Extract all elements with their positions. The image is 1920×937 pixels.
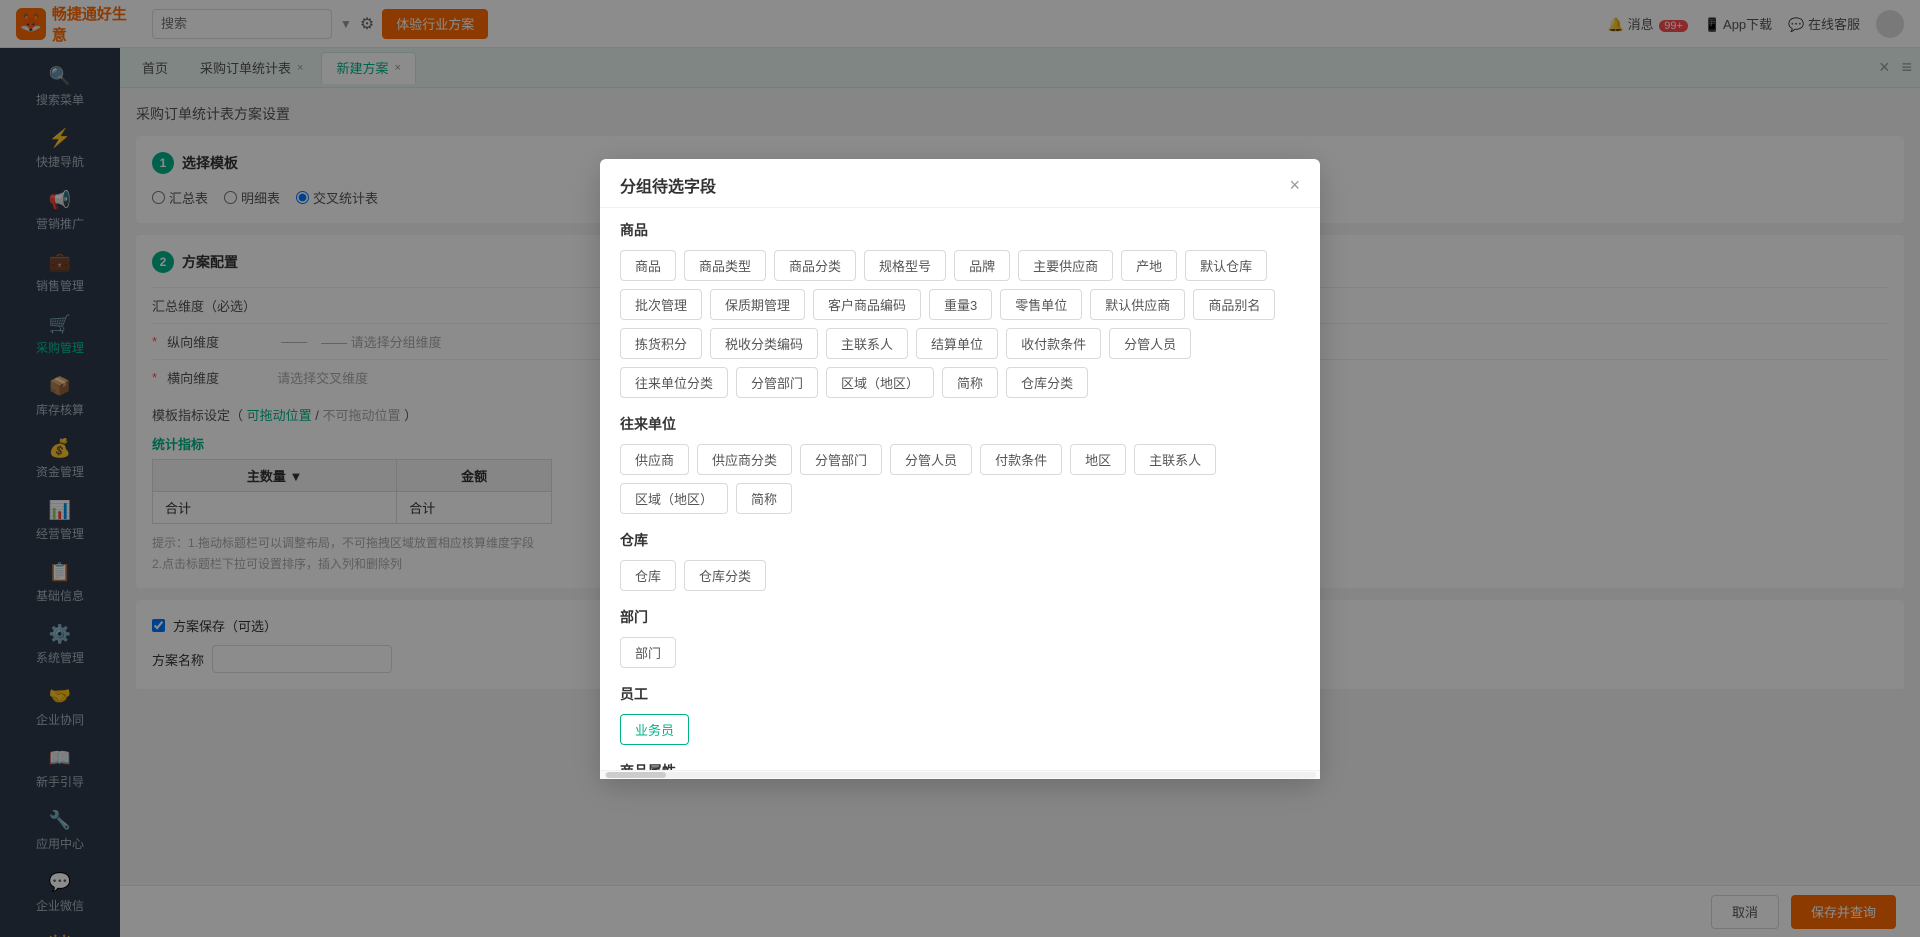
chip-goods-24[interactable]: 简称 — [942, 367, 998, 398]
modal-title: 分组待选字段 — [620, 173, 716, 197]
chip-goods-8[interactable]: 批次管理 — [620, 289, 702, 320]
chip-partner-2[interactable]: 分管部门 — [800, 444, 882, 475]
modal-header: 分组待选字段 × — [600, 159, 1320, 208]
chip-goods-10[interactable]: 客户商品编码 — [813, 289, 921, 320]
section-warehouse-title: 仓库 — [620, 530, 1300, 550]
chip-warehouse-1[interactable]: 仓库分类 — [684, 560, 766, 591]
chip-goods-22[interactable]: 分管部门 — [736, 367, 818, 398]
section-department-chips: 部门 — [620, 637, 1300, 668]
section-partner-chips: 供应商 供应商分类 分管部门 分管人员 付款条件 地区 主联系人 区域（地区） … — [620, 444, 1300, 514]
section-product-attr: 商品属性 属性 颜色 多规格 尺码 鞋码 1 — [620, 761, 1300, 771]
chip-goods-12[interactable]: 零售单位 — [1000, 289, 1082, 320]
section-warehouse: 仓库 仓库 仓库分类 — [620, 530, 1300, 591]
modal-body: 商品 商品 商品类型 商品分类 规格型号 品牌 主要供应商 产地 默认仓库 批次… — [600, 208, 1320, 771]
chip-goods-17[interactable]: 主联系人 — [826, 328, 908, 359]
chip-goods-9[interactable]: 保质期管理 — [710, 289, 805, 320]
chip-goods-16[interactable]: 税收分类编码 — [710, 328, 818, 359]
chip-partner-3[interactable]: 分管人员 — [890, 444, 972, 475]
chip-goods-25[interactable]: 仓库分类 — [1006, 367, 1088, 398]
chip-goods-20[interactable]: 分管人员 — [1109, 328, 1191, 359]
section-goods: 商品 商品 商品类型 商品分类 规格型号 品牌 主要供应商 产地 默认仓库 批次… — [620, 220, 1300, 398]
chip-employee-0[interactable]: 业务员 — [620, 714, 689, 745]
chip-goods-3[interactable]: 规格型号 — [864, 250, 946, 281]
section-partner-title: 往来单位 — [620, 414, 1300, 434]
chip-goods-11[interactable]: 重量3 — [929, 289, 992, 320]
chip-partner-4[interactable]: 付款条件 — [980, 444, 1062, 475]
section-goods-title: 商品 — [620, 220, 1300, 240]
chip-goods-6[interactable]: 产地 — [1121, 250, 1177, 281]
field-select-modal: 分组待选字段 × 商品 商品 商品类型 商品分类 规格型号 品牌 主要供应商 产… — [600, 159, 1320, 779]
modal-hscrollbar[interactable] — [600, 770, 1320, 778]
section-goods-chips: 商品 商品类型 商品分类 规格型号 品牌 主要供应商 产地 默认仓库 批次管理 … — [620, 250, 1300, 398]
chip-goods-2[interactable]: 商品分类 — [774, 250, 856, 281]
section-product-attr-title: 商品属性 — [620, 761, 1300, 771]
chip-partner-5[interactable]: 地区 — [1070, 444, 1126, 475]
chip-goods-0[interactable]: 商品 — [620, 250, 676, 281]
chip-partner-6[interactable]: 主联系人 — [1134, 444, 1216, 475]
chip-partner-7[interactable]: 区域（地区） — [620, 483, 728, 514]
section-employee: 员工 业务员 — [620, 684, 1300, 745]
chip-goods-1[interactable]: 商品类型 — [684, 250, 766, 281]
chip-partner-0[interactable]: 供应商 — [620, 444, 689, 475]
chip-department-0[interactable]: 部门 — [620, 637, 676, 668]
section-warehouse-chips: 仓库 仓库分类 — [620, 560, 1300, 591]
chip-goods-19[interactable]: 收付款条件 — [1006, 328, 1101, 359]
section-employee-chips: 业务员 — [620, 714, 1300, 745]
chip-warehouse-0[interactable]: 仓库 — [620, 560, 676, 591]
section-partner: 往来单位 供应商 供应商分类 分管部门 分管人员 付款条件 地区 主联系人 区域… — [620, 414, 1300, 514]
chip-goods-23[interactable]: 区域（地区） — [826, 367, 934, 398]
chip-goods-18[interactable]: 结算单位 — [916, 328, 998, 359]
chip-goods-21[interactable]: 往来单位分类 — [620, 367, 728, 398]
chip-goods-4[interactable]: 品牌 — [954, 250, 1010, 281]
hscroll-thumb[interactable] — [606, 772, 666, 778]
chip-goods-13[interactable]: 默认供应商 — [1090, 289, 1185, 320]
chip-goods-14[interactable]: 商品别名 — [1193, 289, 1275, 320]
chip-partner-1[interactable]: 供应商分类 — [697, 444, 792, 475]
chip-goods-7[interactable]: 默认仓库 — [1185, 250, 1267, 281]
section-employee-title: 员工 — [620, 684, 1300, 704]
section-department: 部门 部门 — [620, 607, 1300, 668]
chip-goods-15[interactable]: 拣货积分 — [620, 328, 702, 359]
modal-close-btn[interactable]: × — [1289, 176, 1300, 194]
chip-goods-5[interactable]: 主要供应商 — [1018, 250, 1113, 281]
section-department-title: 部门 — [620, 607, 1300, 627]
chip-partner-8[interactable]: 简称 — [736, 483, 792, 514]
modal-overlay: 分组待选字段 × 商品 商品 商品类型 商品分类 规格型号 品牌 主要供应商 产… — [0, 0, 1920, 937]
